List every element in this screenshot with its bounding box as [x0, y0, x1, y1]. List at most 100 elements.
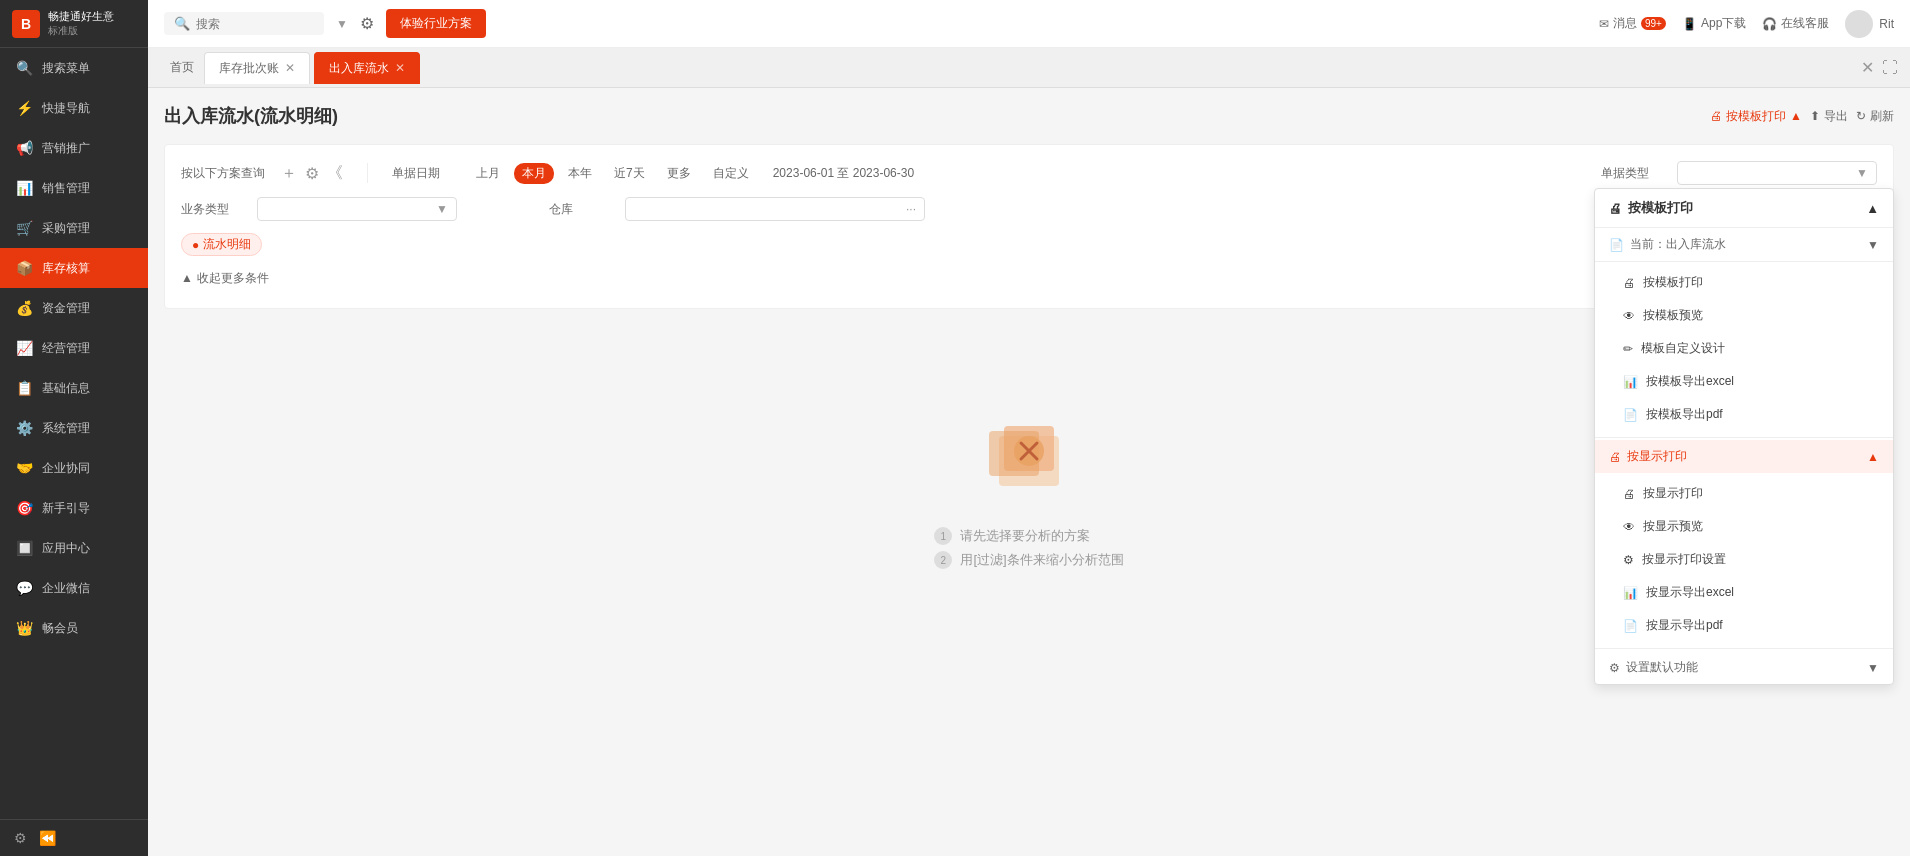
dropdown-item-template-pdf[interactable]: 📄 按模板导出pdf	[1595, 398, 1893, 431]
sidebar-item-purchase[interactable]: 🛒 采购管理	[0, 208, 148, 248]
empty-hints: 1 请先选择要分析的方案 2 用[过滤]条件来缩小分析范围	[934, 527, 1123, 575]
default-section-chevron: ▼	[1867, 661, 1879, 675]
tab-expand-icon[interactable]: ⛶	[1882, 59, 1898, 77]
sidebar-item-inventory[interactable]: 📦 库存核算	[0, 248, 148, 288]
dropdown-item-template-excel[interactable]: 📊 按模板导出excel	[1595, 365, 1893, 398]
app-download-button[interactable]: 📱 App下载	[1682, 15, 1746, 32]
sidebar-logo: B 畅捷通好生意 标准版	[0, 0, 148, 48]
template-design-label: 模板自定义设计	[1641, 340, 1725, 357]
print-template-button[interactable]: 🖨 按模板打印 ▲	[1710, 108, 1802, 125]
sidebar-label-collab: 企业协同	[42, 460, 90, 477]
sidebar-item-search[interactable]: 🔍 搜索菜单	[0, 48, 148, 88]
sidebar-item-sales[interactable]: 📊 销售管理	[0, 168, 148, 208]
sidebar-label-sales: 销售管理	[42, 180, 90, 197]
filter-add-icon[interactable]: ＋	[281, 163, 297, 184]
filter-tag-this-year[interactable]: 本年	[560, 163, 600, 184]
collapse-filter-button[interactable]: ▲ 收起更多条件	[181, 270, 269, 287]
display-section: 🖨 按显示打印 👁 按显示预览 ⚙ 按显示打印设置 📊 按显示导出excel 📄	[1595, 473, 1893, 646]
sidebar-label-apps: 应用中心	[42, 540, 90, 557]
user-profile-button[interactable]: Rit	[1845, 10, 1894, 38]
filter-tag-last-month[interactable]: 上月	[468, 163, 508, 184]
flow-detail-tag[interactable]: ● 流水明细	[181, 233, 262, 256]
sidebar-item-marketing[interactable]: 📢 营销推广	[0, 128, 148, 168]
current-indicator-icon: 📄	[1609, 238, 1624, 252]
filter-warehouse-select[interactable]: ···	[625, 197, 925, 221]
collapse-icon[interactable]: ⏪	[39, 830, 56, 846]
sidebar-item-collab[interactable]: 🤝 企业协同	[0, 448, 148, 488]
filter-tag-this-month[interactable]: 本月	[514, 163, 554, 184]
sidebar-item-member[interactable]: 👑 畅会员	[0, 608, 148, 648]
filter-action-icons: ＋ ⚙ 《	[281, 163, 343, 184]
dropdown-item-display-excel[interactable]: 📊 按显示导出excel	[1595, 576, 1893, 609]
filter-tag-custom[interactable]: 自定义	[705, 163, 757, 184]
tab-flow-close-icon[interactable]: ✕	[395, 61, 405, 75]
tab-batch-close-icon[interactable]: ✕	[285, 61, 295, 75]
sidebar-item-finance[interactable]: 💰 资金管理	[0, 288, 148, 328]
filter-tag-7days[interactable]: 近7天	[606, 163, 653, 184]
tab-batch-account[interactable]: 库存批次账 ✕	[204, 52, 310, 84]
home-tab-label: 首页	[170, 59, 194, 76]
sidebar-item-system[interactable]: ⚙️ 系统管理	[0, 408, 148, 448]
dropdown-title: 按模板打印	[1628, 199, 1693, 217]
dropdown-display-section-header[interactable]: 🖨 按显示打印 ▲	[1595, 440, 1893, 473]
search-input[interactable]	[196, 17, 296, 31]
dropdown-default-section-header[interactable]: ⚙ 设置默认功能 ▼	[1595, 651, 1893, 684]
tab-flow[interactable]: 出入库流水 ✕	[314, 52, 420, 84]
dropdown-header[interactable]: 🖨 按模板打印 ▲	[1595, 189, 1893, 228]
sidebar-icon-purchase: 🛒	[14, 218, 34, 238]
tab-close-all-icon[interactable]: ✕	[1861, 58, 1874, 77]
template-design-icon: ✏	[1623, 342, 1633, 356]
topbar: 🔍 ▼ ⚙ 体验行业方案 ✉ 消息 99+ 📱 App下载 🎧 在线客服 Rit	[148, 0, 1910, 48]
template-preview-label: 按模板预览	[1643, 307, 1703, 324]
dropdown-item-template-print[interactable]: 🖨 按模板打印	[1595, 266, 1893, 299]
sidebar-icon-basic: 📋	[14, 378, 34, 398]
dropdown-item-display-preview[interactable]: 👁 按显示预览	[1595, 510, 1893, 543]
app-download-label: App下载	[1701, 15, 1746, 32]
dropdown-item-display-pdf[interactable]: 📄 按显示导出pdf	[1595, 609, 1893, 642]
filter-doc-type-chevron: ▼	[1856, 166, 1868, 180]
sidebar-label-member: 畅会员	[42, 620, 78, 637]
filter-tag-more[interactable]: 更多	[659, 163, 699, 184]
sidebar-item-apps[interactable]: 🔲 应用中心	[0, 528, 148, 568]
sidebar-icon-system: ⚙️	[14, 418, 34, 438]
filter-doc-type-select[interactable]: ▼	[1677, 161, 1877, 185]
sidebar-item-wechat[interactable]: 💬 企业微信	[0, 568, 148, 608]
sidebar-item-quicknav[interactable]: ⚡ 快捷导航	[0, 88, 148, 128]
flow-tag-label: 流水明细	[203, 236, 251, 253]
settings-icon[interactable]: ⚙	[14, 830, 27, 846]
filter-doc-type-label: 单据类型	[1601, 165, 1661, 182]
sidebar-icon-search: 🔍	[14, 58, 34, 78]
online-service-button[interactable]: 🎧 在线客服	[1762, 15, 1829, 32]
sidebar-item-basic[interactable]: 📋 基础信息	[0, 368, 148, 408]
sidebar-item-guide[interactable]: 🎯 新手引导	[0, 488, 148, 528]
filter-settings-icon[interactable]: ⚙	[305, 164, 319, 183]
export-button[interactable]: ⬆ 导出	[1810, 108, 1848, 125]
display-section-icon: 🖨	[1609, 450, 1621, 464]
collapse-label: 收起更多条件	[197, 270, 269, 287]
dropdown-item-template-preview[interactable]: 👁 按模板预览	[1595, 299, 1893, 332]
sidebar-item-operation[interactable]: 📈 经营管理	[0, 328, 148, 368]
search-dropdown-icon[interactable]: ▼	[336, 17, 348, 31]
tabs-bar: 首页 库存批次账 ✕ 出入库流水 ✕ ✕ ⛶	[148, 48, 1910, 88]
trial-industry-button[interactable]: 体验行业方案	[386, 9, 486, 38]
filter-collapse-left-icon[interactable]: 《	[327, 163, 343, 184]
template-section: 🖨 按模板打印 👁 按模板预览 ✏ 模板自定义设计 📊 按模板导出excel 📄	[1595, 262, 1893, 435]
topbar-gear-icon[interactable]: ⚙	[360, 14, 374, 33]
sidebar-label-finance: 资金管理	[42, 300, 90, 317]
refresh-button[interactable]: ↻ 刷新	[1856, 108, 1894, 125]
headset-icon: 🎧	[1762, 17, 1777, 31]
tab-home[interactable]: 首页	[160, 52, 204, 84]
template-print-icon: 🖨	[1623, 276, 1635, 290]
dropdown-header-chevron: ▲	[1866, 201, 1879, 216]
sidebar-icon-marketing: 📢	[14, 138, 34, 158]
filter-biz-select[interactable]: ▼	[257, 197, 457, 221]
dropdown-item-display-settings[interactable]: ⚙ 按显示打印设置	[1595, 543, 1893, 576]
dropdown-current-label: 当前：出入库流水	[1630, 236, 1726, 253]
messages-button[interactable]: ✉ 消息 99+	[1599, 15, 1666, 32]
dropdown-item-template-design[interactable]: ✏ 模板自定义设计	[1595, 332, 1893, 365]
topbar-search-box[interactable]: 🔍	[164, 12, 324, 35]
topbar-right-area: ✉ 消息 99+ 📱 App下载 🎧 在线客服 Rit	[1599, 10, 1894, 38]
dropdown-item-display-print[interactable]: 🖨 按显示打印	[1595, 477, 1893, 510]
print-icon: 🖨	[1710, 109, 1722, 123]
hint-text-1: 请先选择要分析的方案	[960, 527, 1090, 545]
